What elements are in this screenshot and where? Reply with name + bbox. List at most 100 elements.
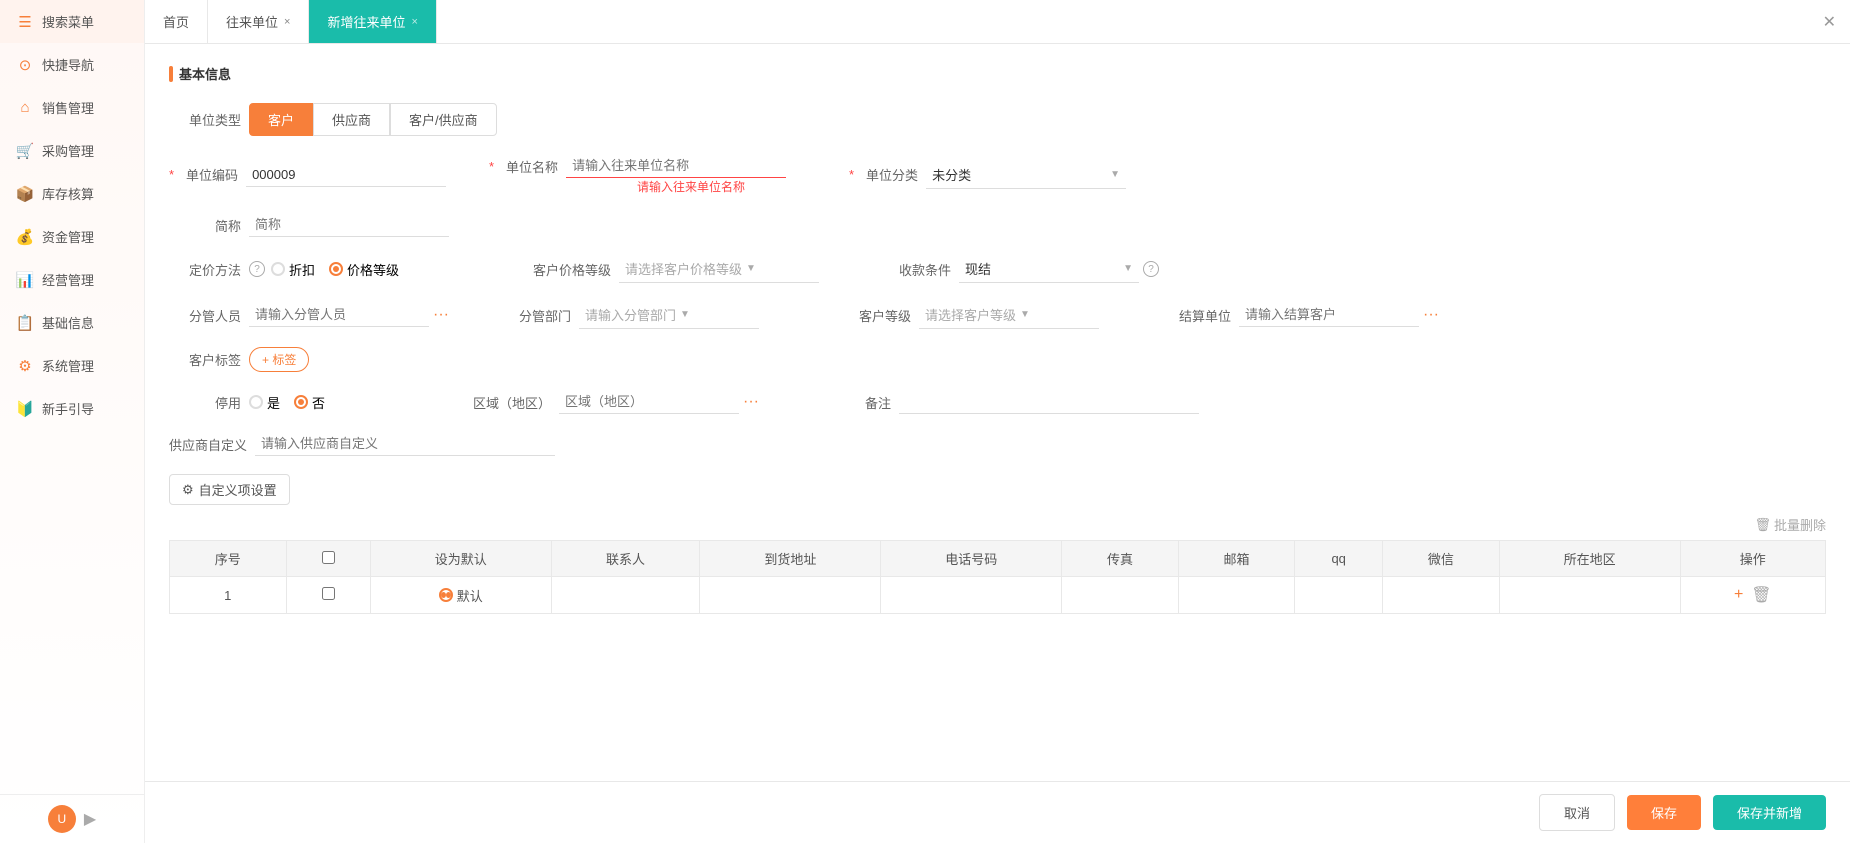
table-col-11: 操作 — [1680, 541, 1825, 577]
qq-cell — [1295, 577, 1383, 614]
payment-select[interactable]: 现结 ▼ — [959, 255, 1139, 283]
unit-type-supplier-btn[interactable]: 供应商 — [313, 103, 390, 136]
pricing-col: 定价方法 ? 折扣 价格等级 — [169, 260, 529, 279]
sidebar-item-sales[interactable]: ⌂ 销售管理 — [0, 86, 144, 129]
row-checkbox[interactable] — [322, 587, 335, 600]
unit-code-input[interactable] — [246, 163, 446, 187]
unit-category-select[interactable]: 未分类 ▼ — [926, 161, 1126, 189]
sidebar-item-system[interactable]: ⚙ 系统管理 — [0, 344, 144, 387]
sidebar-search-label: 搜索菜单 — [42, 12, 94, 31]
table-col-6: 传真 — [1062, 541, 1179, 577]
dept-placeholder: 请输入分管部门 — [585, 305, 676, 324]
disabled-label: 停用 — [169, 393, 249, 412]
sidebar-item-guide[interactable]: 🔰 新手引导 — [0, 387, 144, 430]
dept-col: 分管部门 请输入分管部门 ▼ — [509, 301, 849, 329]
tabs-bar: 首页往来单位×新增往来单位× ✕ — [145, 0, 1850, 44]
action-cell: +🗑 — [1680, 577, 1825, 614]
pricing-level-label: 价格等级 — [347, 260, 399, 279]
cancel-button[interactable]: 取消 — [1539, 794, 1615, 831]
sidebar-item-operations[interactable]: 📊 经营管理 — [0, 258, 144, 301]
unit-type-customer-btn[interactable]: 客户 — [249, 103, 313, 136]
unit-category-col: * 单位分类 未分类 ▼ — [849, 161, 1169, 189]
sidebar-label-operations: 经营管理 — [42, 270, 94, 289]
sidebar-item-basic[interactable]: 📋 基础信息 — [0, 301, 144, 344]
region-more-button[interactable]: ··· — [739, 393, 763, 411]
save-button[interactable]: 保存 — [1627, 795, 1701, 830]
code-name-category-row: * 单位编码 * 单位名称 请输入往来单位名称 * 单位分类 — [169, 154, 1826, 195]
delete-row-button[interactable]: 🗑 — [1751, 585, 1771, 605]
price-level-select[interactable]: 请选择客户价格等级 ▼ — [619, 255, 819, 283]
batch-delete-button[interactable]: 🗑 批量删除 — [1754, 515, 1826, 534]
tab-home[interactable]: 首页 — [145, 0, 208, 43]
supplier-custom-input[interactable] — [255, 432, 555, 456]
sidebar-item-purchase[interactable]: 🛒 采购管理 — [0, 129, 144, 172]
address-cell — [700, 577, 881, 614]
custom-settings-button[interactable]: ⚙ 自定义项设置 — [169, 474, 290, 505]
add-tag-button[interactable]: + 标签 — [249, 347, 309, 372]
manager-row: 分管人员 ··· 分管部门 请输入分管部门 ▼ 客户等级 请选择客户等级 ▼ — [169, 301, 1826, 329]
unit-name-input[interactable] — [566, 154, 786, 178]
unit-category-value: 未分类 — [932, 165, 1106, 184]
table-col-2: 设为默认 — [370, 541, 551, 577]
section-title: 基本信息 — [169, 64, 1826, 83]
payment-col: 收款条件 现结 ▼ ? — [889, 255, 1249, 283]
pricing-discount-item[interactable]: 折扣 — [271, 260, 315, 279]
payment-help-icon[interactable]: ? — [1143, 261, 1159, 277]
manager-more-button[interactable]: ··· — [429, 306, 453, 324]
pricing-discount-radio — [271, 262, 285, 276]
sidebar-item-quick-nav[interactable]: ⊙ 快捷导航 — [0, 43, 144, 86]
quick-nav-icon: ⊙ — [16, 56, 34, 74]
remark-input[interactable] — [899, 390, 1199, 414]
disabled-yes-item[interactable]: 是 — [249, 393, 280, 412]
inventory-icon: 📦 — [16, 185, 34, 203]
price-level-col: 客户价格等级 请选择客户价格等级 ▼ — [529, 255, 889, 283]
email-cell — [1178, 577, 1295, 614]
tab-close-new-partner[interactable]: × — [411, 16, 417, 28]
unit-type-both-btn[interactable]: 客户/供应商 — [390, 103, 497, 136]
main-area: 首页往来单位×新增往来单位× ✕ 基本信息 单位类型 客户 供应商 客户/供应商… — [145, 0, 1850, 843]
chevron-down-icon5: ▼ — [1020, 309, 1030, 320]
unit-name-col: * 单位名称 请输入往来单位名称 — [489, 154, 849, 195]
abbr-row: 简称 — [169, 213, 1826, 237]
select-all-checkbox[interactable] — [322, 551, 335, 564]
table-col-7: 邮箱 — [1178, 541, 1295, 577]
settlement-input[interactable] — [1239, 303, 1419, 327]
save-add-button[interactable]: 保存并新增 — [1713, 795, 1826, 830]
sidebar-label-quick-nav: 快捷导航 — [42, 55, 94, 74]
settlement-more-button[interactable]: ··· — [1419, 306, 1443, 324]
sidebar-label-purchase: 采购管理 — [42, 141, 94, 160]
manager-input[interactable] — [249, 303, 429, 327]
tab-close-partner[interactable]: × — [284, 16, 290, 28]
disabled-no-item[interactable]: 否 — [294, 393, 325, 412]
pricing-level-radio — [329, 262, 343, 276]
search-icon: ☰ — [16, 13, 34, 31]
pricing-level-item[interactable]: 价格等级 — [329, 260, 399, 279]
sidebar-item-inventory[interactable]: 📦 库存核算 — [0, 172, 144, 215]
dept-select[interactable]: 请输入分管部门 ▼ — [579, 301, 759, 329]
tab-new-partner[interactable]: 新增往来单位× — [309, 0, 436, 43]
table-row: 1默认+🗑 — [170, 577, 1826, 614]
add-row-button[interactable]: + — [1734, 586, 1743, 604]
content-area: 基本信息 单位类型 客户 供应商 客户/供应商 * 单位编码 * 单位 — [145, 44, 1850, 781]
region-col: 区域（地区） ··· — [469, 390, 829, 414]
unit-type-group: 客户 供应商 客户/供应商 — [249, 103, 497, 136]
pricing-help-icon[interactable]: ? — [249, 261, 265, 277]
customer-level-select[interactable]: 请选择客户等级 ▼ — [919, 301, 1099, 329]
abbr-input[interactable] — [249, 213, 449, 237]
supplier-custom-row: 供应商自定义 — [169, 432, 1826, 456]
unit-name-label: 单位名称 — [496, 157, 566, 176]
region-input[interactable] — [559, 390, 739, 414]
sidebar-item-finance[interactable]: 💰 资金管理 — [0, 215, 144, 258]
customer-level-placeholder: 请选择客户等级 — [925, 305, 1016, 324]
unit-name-error: 请输入往来单位名称 — [637, 180, 745, 194]
chevron-down-icon: ▼ — [1110, 169, 1120, 180]
default-cell: 默认 — [370, 577, 551, 614]
category-required-star: * — [849, 167, 854, 182]
sidebar-label-inventory: 库存核算 — [42, 184, 94, 203]
tab-label-partner: 往来单位 — [226, 12, 278, 31]
user-avatar: U — [48, 805, 76, 833]
dept-label: 分管部门 — [509, 306, 579, 325]
tab-partner[interactable]: 往来单位 × — [208, 0, 309, 43]
close-all-tabs-button[interactable]: ✕ — [1809, 12, 1850, 32]
sidebar-search[interactable]: ☰ 搜索菜单 — [0, 0, 144, 43]
